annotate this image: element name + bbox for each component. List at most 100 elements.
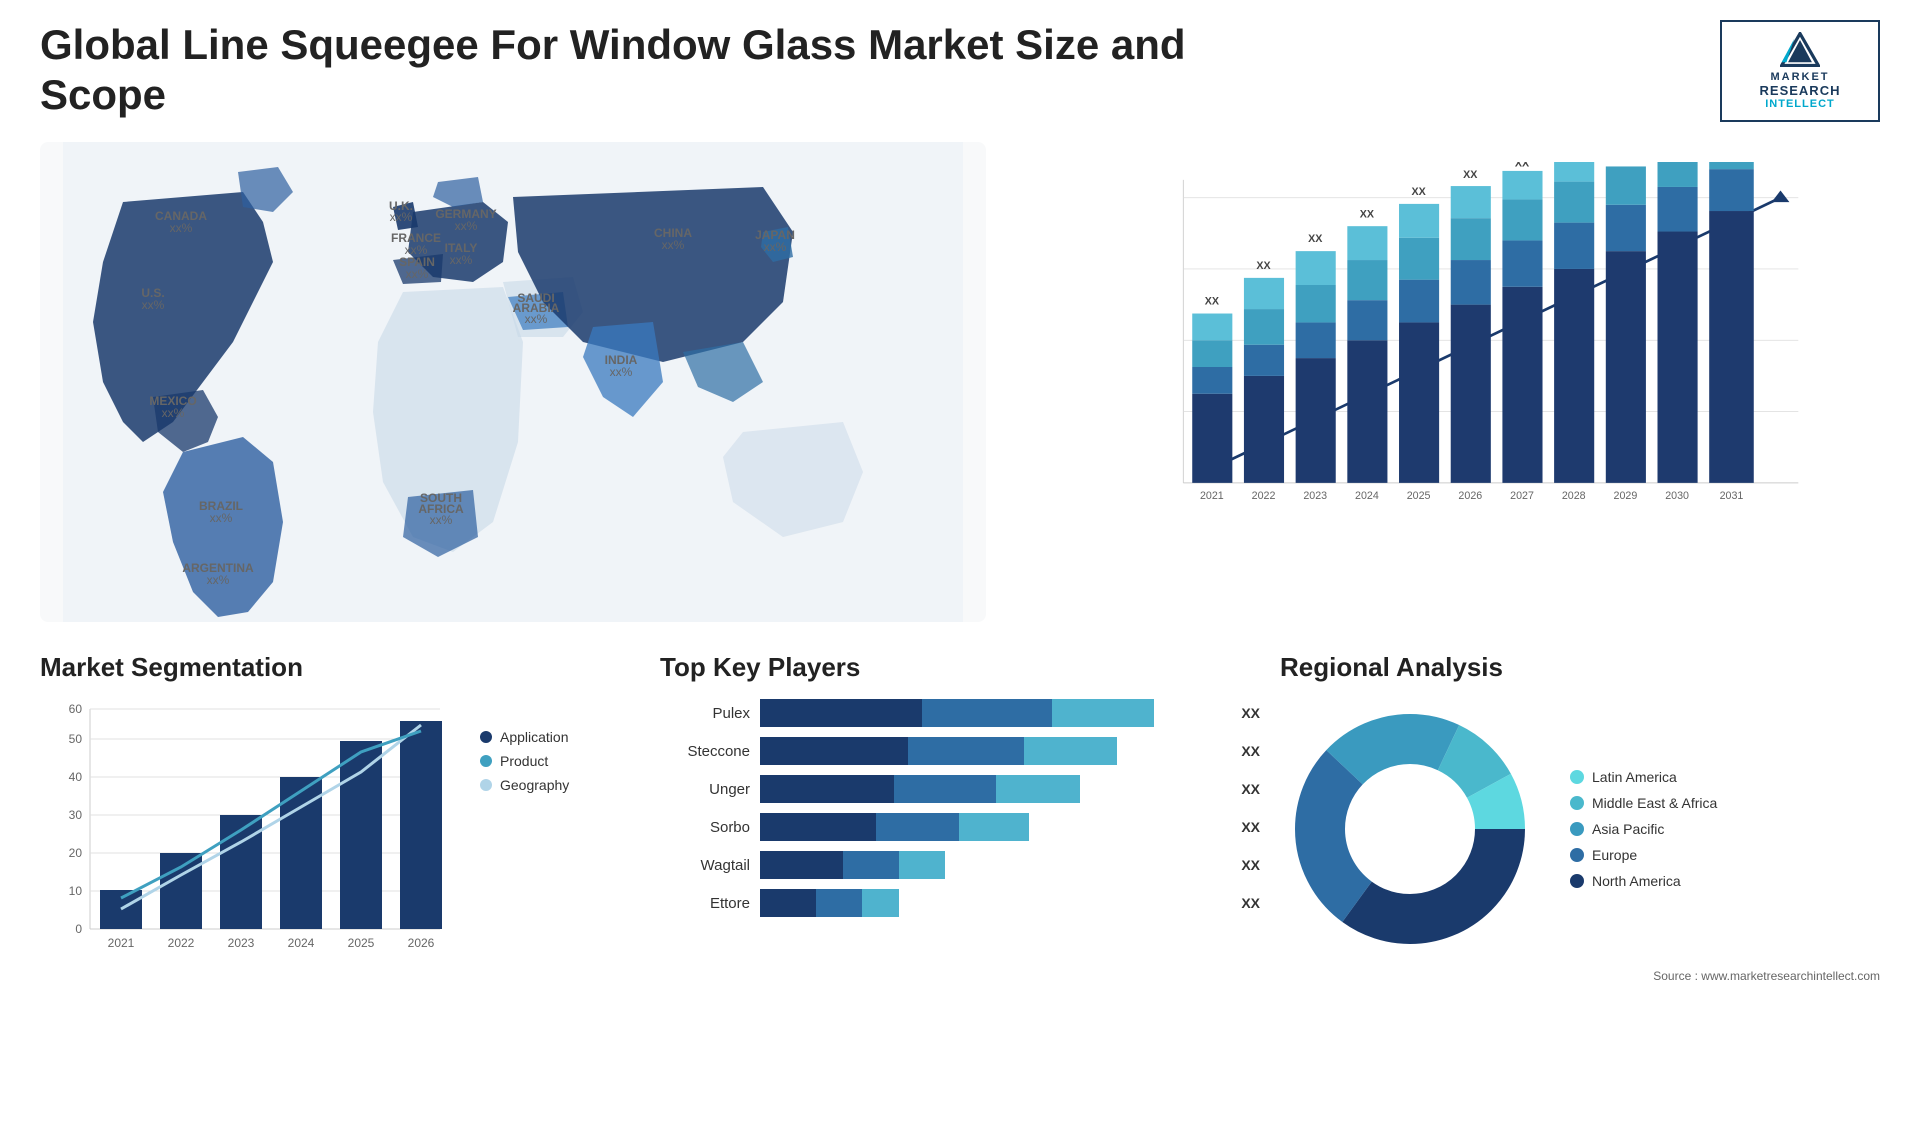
svg-text:2030: 2030	[1665, 490, 1689, 502]
svg-text:xx%: xx%	[170, 221, 193, 235]
bar-seg2	[908, 737, 1024, 765]
donut-area: Latin America Middle East & Africa Asia …	[1280, 699, 1880, 959]
label-north-america: North America	[1592, 873, 1681, 889]
donut-legend: Latin America Middle East & Africa Asia …	[1570, 769, 1717, 889]
world-map: CANADA xx% U.S. xx% MEXICO xx% BRAZIL xx…	[40, 142, 986, 622]
legend-label-geography: Geography	[500, 777, 569, 793]
logo-text-market: MARKET	[1770, 71, 1829, 83]
player-row-wagtail: Wagtail XX	[660, 851, 1260, 879]
svg-text:xx%: xx%	[142, 298, 165, 312]
top-section: CANADA xx% U.S. xx% MEXICO xx% BRAZIL xx…	[40, 142, 1880, 622]
bottom-section: Market Segmentation 0 10	[40, 652, 1880, 984]
bar-seg1	[760, 851, 843, 879]
svg-text:20: 20	[69, 846, 83, 860]
svg-text:xx%: xx%	[390, 210, 413, 224]
player-xx: XX	[1241, 743, 1260, 759]
label-middle-east-africa: Middle East & Africa	[1592, 795, 1717, 811]
bar-chart-container: XX XX XX XX XX	[1026, 142, 1880, 622]
player-xx: XX	[1241, 857, 1260, 873]
legend-middle-east-africa: Middle East & Africa	[1570, 795, 1717, 811]
bar-seg2	[843, 851, 899, 879]
player-row-ettore: Ettore XX	[660, 889, 1260, 917]
player-xx: XX	[1241, 705, 1260, 721]
legend-geography: Geography	[480, 777, 640, 793]
svg-text:2021: 2021	[1200, 490, 1224, 502]
player-bar-wagtail	[760, 851, 1223, 879]
svg-text:xx%: xx%	[207, 573, 230, 587]
seg-legend: Application Product Geography	[480, 699, 640, 793]
source-text: Source : www.marketresearchintellect.com	[1280, 969, 1880, 983]
donut-chart-svg	[1280, 699, 1540, 959]
svg-text:XX: XX	[1308, 233, 1323, 245]
svg-text:xx%: xx%	[406, 267, 429, 281]
bar-seg1	[760, 737, 908, 765]
page-title: Global Line Squeegee For Window Glass Ma…	[40, 20, 1240, 121]
svg-text:XX: XX	[1463, 169, 1478, 181]
bar-seg2	[922, 699, 1052, 727]
player-bar-steccone	[760, 737, 1223, 765]
label-asia-pacific: Asia Pacific	[1592, 821, 1664, 837]
player-name-sorbo: Sorbo	[660, 819, 750, 836]
svg-text:2021: 2021	[108, 936, 135, 950]
bar-seg1	[760, 889, 816, 917]
player-xx: XX	[1241, 781, 1260, 797]
svg-text:XX: XX	[1205, 296, 1220, 308]
regional-section: Regional Analysis Latin Ame	[1280, 652, 1880, 984]
bar-seg3	[1052, 699, 1154, 727]
label-latin-america: Latin America	[1592, 769, 1677, 785]
svg-text:xx%: xx%	[162, 406, 185, 420]
svg-text:xx%: xx%	[662, 238, 685, 252]
player-name-wagtail: Wagtail	[660, 857, 750, 874]
legend-europe: Europe	[1570, 847, 1717, 863]
svg-text:XX: XX	[1515, 162, 1530, 169]
svg-text:2023: 2023	[228, 936, 255, 950]
svg-text:40: 40	[69, 770, 83, 784]
svg-text:30: 30	[69, 808, 83, 822]
player-name-ettore: Ettore	[660, 895, 750, 912]
svg-text:2023: 2023	[1303, 490, 1327, 502]
players-title: Top Key Players	[660, 652, 1260, 683]
svg-text:xx%: xx%	[525, 312, 548, 326]
regional-title: Regional Analysis	[1280, 652, 1880, 683]
label-europe: Europe	[1592, 847, 1637, 863]
legend-application: Application	[480, 729, 640, 745]
bar-seg2	[816, 889, 862, 917]
svg-text:xx%: xx%	[430, 513, 453, 527]
dot-latin-america	[1570, 770, 1584, 784]
legend-latin-america: Latin America	[1570, 769, 1717, 785]
player-row-sorbo: Sorbo XX	[660, 813, 1260, 841]
svg-text:2022: 2022	[168, 936, 195, 950]
svg-text:2029: 2029	[1614, 490, 1638, 502]
seg-content: 0 10 20 30 40 50 60	[40, 699, 640, 984]
svg-text:XX: XX	[1256, 260, 1271, 272]
svg-text:XX: XX	[1411, 186, 1426, 198]
legend-dot-product	[480, 755, 492, 767]
svg-text:2024: 2024	[288, 936, 315, 950]
svg-text:2027: 2027	[1510, 490, 1534, 502]
svg-text:xx%: xx%	[455, 219, 478, 233]
svg-text:xx%: xx%	[450, 253, 473, 267]
logo-icon	[1780, 32, 1820, 67]
bar-seg3	[862, 889, 899, 917]
legend-north-america: North America	[1570, 873, 1717, 889]
segmentation-section: Market Segmentation 0 10	[40, 652, 640, 984]
player-row-unger: Unger XX	[660, 775, 1260, 803]
seg-chart-wrap: 0 10 20 30 40 50 60	[40, 699, 460, 984]
svg-text:10: 10	[69, 884, 83, 898]
legend-label-application: Application	[500, 729, 569, 745]
map-svg: CANADA xx% U.S. xx% MEXICO xx% BRAZIL xx…	[40, 142, 986, 622]
player-bar-ettore	[760, 889, 1223, 917]
segmentation-title: Market Segmentation	[40, 652, 640, 683]
legend-dot-geography	[480, 779, 492, 791]
player-row-pulex: Pulex XX	[660, 699, 1260, 727]
svg-text:2022: 2022	[1252, 490, 1276, 502]
page-header: Global Line Squeegee For Window Glass Ma…	[40, 20, 1880, 122]
player-xx: XX	[1241, 819, 1260, 835]
bar-seg3	[959, 813, 1028, 841]
svg-text:50: 50	[69, 732, 83, 746]
svg-text:XX: XX	[1360, 208, 1375, 220]
player-name-unger: Unger	[660, 781, 750, 798]
svg-text:2026: 2026	[1458, 490, 1482, 502]
svg-text:xx%: xx%	[764, 240, 787, 254]
legend-label-product: Product	[500, 753, 548, 769]
